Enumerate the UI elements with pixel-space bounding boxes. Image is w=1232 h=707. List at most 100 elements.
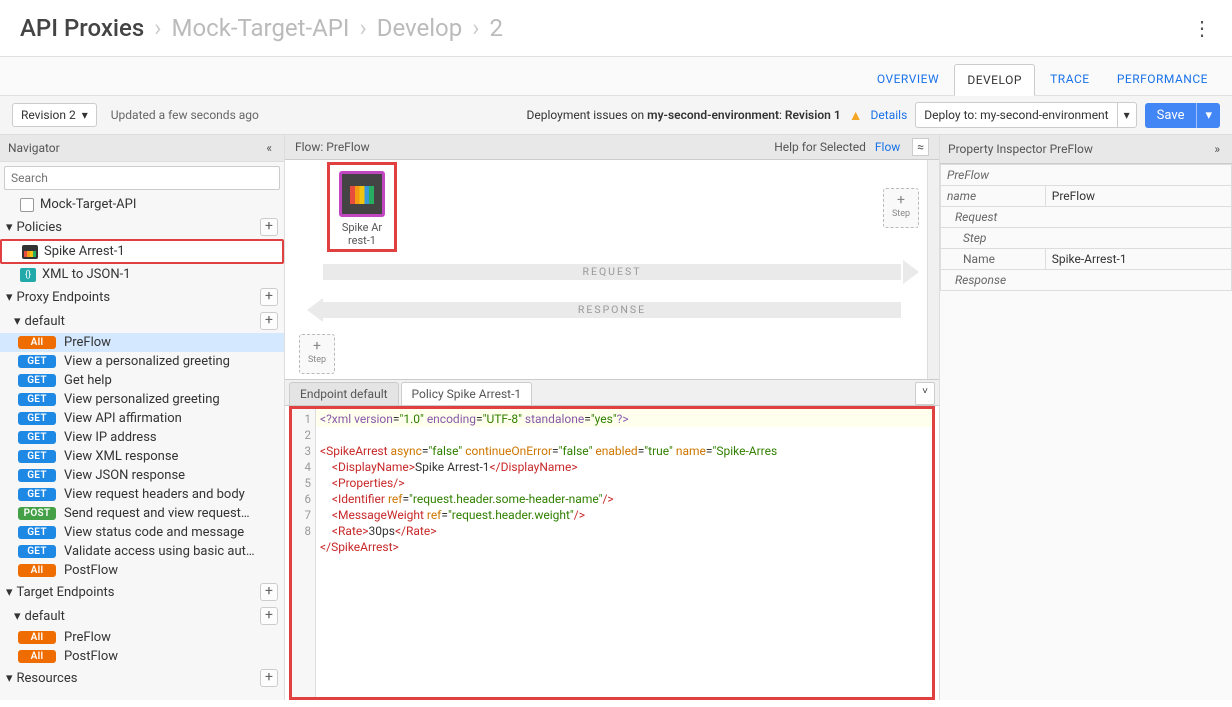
tab-overview[interactable]: OVERVIEW <box>865 64 951 94</box>
navigator-title: Navigator <box>8 141 60 155</box>
chevron-right-icon: › <box>359 14 366 42</box>
collapse-navigator-icon[interactable]: « <box>262 139 276 157</box>
add-target-flow-button[interactable]: + <box>260 607 278 625</box>
save-button[interactable]: Save▾ <box>1145 103 1220 128</box>
arrow-left-icon <box>307 298 323 322</box>
target-flow-preflow[interactable]: AllPreFlow <box>0 628 284 647</box>
add-request-step-button[interactable]: +Step <box>883 188 919 228</box>
chevron-right-icon: › <box>472 14 479 42</box>
section-policies[interactable]: ▾Policies + <box>0 215 284 239</box>
crumb-revision: 2 <box>489 14 503 42</box>
main-panel: Flow: PreFlow Help for Selected Flow ≈ S… <box>285 135 940 700</box>
prop-key-stepname: Name <box>941 249 1046 270</box>
prop-key-name: name <box>941 186 1046 207</box>
chevron-down-icon: ▾ <box>6 220 13 235</box>
flow-basic-auth[interactable]: GETValidate access using basic aut… <box>0 542 284 561</box>
breadcrumb: API Proxies › Mock-Target-API › Develop … <box>20 14 503 42</box>
search-input[interactable] <box>4 166 280 190</box>
chevron-down-icon: ▾ <box>14 314 21 329</box>
add-resource-button[interactable]: + <box>260 669 278 687</box>
crumb-proxy-name[interactable]: Mock-Target-API <box>171 14 349 42</box>
prop-val-name[interactable]: PreFlow <box>1045 186 1231 207</box>
line-gutter: 12345678 <box>292 409 316 697</box>
navigator-panel: Navigator « Mock-Target-API ▾Policies + … <box>0 135 285 700</box>
flow-postflow[interactable]: AllPostFlow <box>0 561 284 580</box>
tabs-row: OVERVIEW DEVELOP TRACE PERFORMANCE <box>0 57 1232 96</box>
flow-status-code[interactable]: GETView status code and message <box>0 523 284 542</box>
flow-title: Flow: PreFlow <box>295 140 370 154</box>
flow-preflow[interactable]: AllPreFlow <box>0 333 284 352</box>
policy-spike-arrest[interactable]: Spike Arrest-1 <box>0 239 284 264</box>
chevron-down-icon: ▾ <box>6 671 13 686</box>
code-editor[interactable]: 12345678 <?xml version="1.0" encoding="U… <box>289 406 935 700</box>
workspace: Navigator « Mock-Target-API ▾Policies + … <box>0 135 1232 700</box>
editor-tabs-more[interactable]: ˅ <box>915 382 935 405</box>
response-label: RESPONSE <box>578 303 646 316</box>
code-content[interactable]: <?xml version="1.0" encoding="UTF-8" sta… <box>316 409 932 697</box>
section-target-endpoints[interactable]: ▾Target Endpoints + <box>0 580 284 604</box>
chevron-down-icon: ▾ <box>14 609 21 624</box>
inspector-request: Request <box>941 207 1232 228</box>
flow-ip-address[interactable]: GETView IP address <box>0 428 284 447</box>
flow-json-response[interactable]: GETView JSON response <box>0 466 284 485</box>
tab-develop[interactable]: DEVELOP <box>954 64 1035 96</box>
warning-icon: ▲ <box>849 107 863 124</box>
document-icon <box>20 198 34 212</box>
details-link[interactable]: Details <box>871 108 908 122</box>
flow-send-request[interactable]: POSTSend request and view request… <box>0 504 284 523</box>
target-flow-postflow[interactable]: AllPostFlow <box>0 647 284 666</box>
updated-label: Updated a few seconds ago <box>111 108 259 122</box>
policy-node-spike-arrest[interactable]: Spike Arrest-1 <box>327 162 397 252</box>
spike-arrest-icon <box>339 171 385 217</box>
add-proxy-endpoint-button[interactable]: + <box>260 288 278 306</box>
scrollbar[interactable] <box>927 160 939 379</box>
add-flow-button[interactable]: + <box>260 312 278 330</box>
chevron-down-icon[interactable]: ▾ <box>1196 103 1220 128</box>
request-label: REQUEST <box>583 265 642 278</box>
flow-xml-response[interactable]: GETView XML response <box>0 447 284 466</box>
crumb-develop[interactable]: Develop <box>377 14 463 42</box>
revision-select[interactable]: Revision 2▾ <box>12 103 97 127</box>
chevron-right-icon: › <box>154 14 161 42</box>
expand-inspector-icon[interactable]: » <box>1210 140 1224 158</box>
help-flow-link[interactable]: Flow <box>875 140 900 154</box>
tab-performance[interactable]: PERFORMANCE <box>1105 64 1220 94</box>
flow-api-affirmation[interactable]: GETView API affirmation <box>0 409 284 428</box>
crumb-api-proxies[interactable]: API Proxies <box>20 14 144 42</box>
target-endpoint-default[interactable]: ▾default + <box>0 604 284 628</box>
deployment-message: Deployment issues on my-second-environme… <box>527 108 841 122</box>
add-response-step-button[interactable]: +Step <box>299 334 335 374</box>
chevron-down-icon: ▾ <box>6 585 13 600</box>
inspector-response: Response <box>941 270 1232 291</box>
flow-request-headers-body[interactable]: GETView request headers and body <box>0 485 284 504</box>
editor-tab-endpoint[interactable]: Endpoint default <box>289 382 399 405</box>
section-resources[interactable]: ▾Resources + <box>0 666 284 690</box>
inspector-section: PreFlow <box>941 165 1232 186</box>
section-proxy-endpoints[interactable]: ▾Proxy Endpoints + <box>0 285 284 309</box>
flow-canvas: Spike Arrest-1 +Step REQUEST RESPONSE +S… <box>285 160 939 380</box>
deploy-to-select[interactable]: Deploy to: my-second-environment▾ <box>915 102 1136 128</box>
more-menu-icon[interactable]: ⋮ <box>1192 16 1212 40</box>
tab-trace[interactable]: TRACE <box>1038 64 1101 94</box>
info-row: Revision 2▾ Updated a few seconds ago De… <box>0 96 1232 135</box>
prop-val-stepname[interactable]: Spike-Arrest-1 <box>1045 249 1231 270</box>
tree-root[interactable]: Mock-Target-API <box>0 194 284 215</box>
policy-xml-to-json[interactable]: XML to JSON-1 <box>0 264 284 285</box>
xml-to-json-icon <box>20 268 36 282</box>
chevron-down-icon: ▾ <box>1117 103 1136 127</box>
inspector-title: Property Inspector PreFlow <box>948 142 1093 156</box>
top-bar: API Proxies › Mock-Target-API › Develop … <box>0 0 1232 57</box>
arrow-right-icon <box>903 260 919 284</box>
help-label: Help for Selected <box>774 140 866 154</box>
flow-view-personalized-greeting[interactable]: GETView personalized greeting <box>0 390 284 409</box>
proxy-endpoint-default[interactable]: ▾default + <box>0 309 284 333</box>
add-target-endpoint-button[interactable]: + <box>260 583 278 601</box>
add-policy-button[interactable]: + <box>260 218 278 236</box>
property-inspector: Property Inspector PreFlow » PreFlow nam… <box>940 135 1232 700</box>
collapse-flow-icon[interactable]: ≈ <box>912 138 929 156</box>
flow-personalized-greeting[interactable]: GETView a personalized greeting <box>0 352 284 371</box>
spike-arrest-icon <box>22 245 38 259</box>
flow-get-help[interactable]: GETGet help <box>0 371 284 390</box>
editor-tab-policy[interactable]: Policy Spike Arrest-1 <box>401 382 533 405</box>
inspector-step: Step <box>941 228 1232 249</box>
